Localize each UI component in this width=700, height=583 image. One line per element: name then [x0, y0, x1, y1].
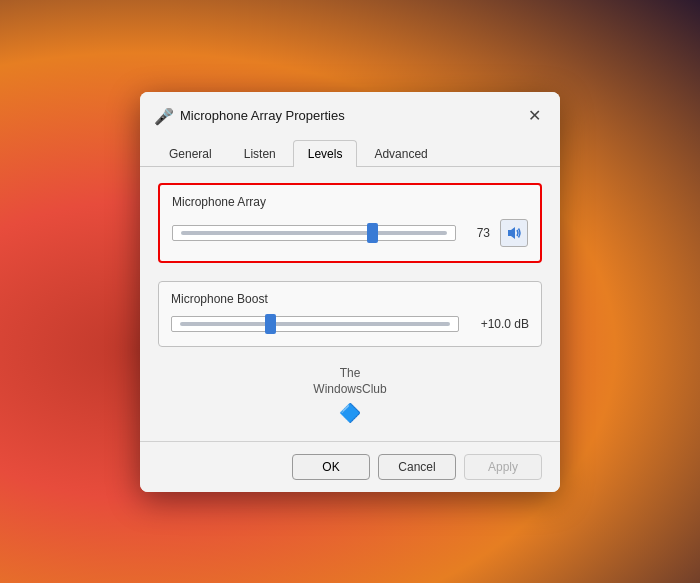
mic-array-value: 73: [466, 226, 490, 240]
tab-general[interactable]: General: [154, 140, 227, 167]
tabs-bar: General Listen Levels Advanced: [140, 136, 560, 167]
mic-array-label: Microphone Array: [172, 195, 528, 209]
mic-boost-slider-wrap: [171, 316, 459, 332]
mic-array-slider-wrap: [172, 225, 456, 241]
ok-button[interactable]: OK: [292, 454, 370, 480]
apply-button[interactable]: Apply: [464, 454, 542, 480]
mic-array-slider[interactable]: [181, 231, 447, 235]
tab-content: Microphone Array 73 Microphone Boost: [140, 167, 560, 441]
tab-levels[interactable]: Levels: [293, 140, 358, 167]
cancel-button[interactable]: Cancel: [378, 454, 456, 480]
button-bar: OK Cancel Apply: [140, 441, 560, 492]
mic-title-icon: 🎤: [154, 107, 172, 125]
mic-boost-label: Microphone Boost: [171, 292, 529, 306]
speaker-icon: [506, 225, 522, 241]
dialog-title: Microphone Array Properties: [180, 108, 345, 123]
tab-advanced[interactable]: Advanced: [359, 140, 442, 167]
title-bar-left: 🎤 Microphone Array Properties: [154, 107, 345, 125]
mic-boost-slider[interactable]: [180, 322, 450, 326]
tab-listen[interactable]: Listen: [229, 140, 291, 167]
dialog: 🎤 Microphone Array Properties ✕ General …: [140, 92, 560, 492]
watermark: TheWindowsClub 🔷: [158, 365, 542, 425]
mic-boost-section: Microphone Boost +10.0 dB: [158, 281, 542, 347]
title-bar: 🎤 Microphone Array Properties ✕: [140, 92, 560, 136]
mic-array-section: Microphone Array 73: [158, 183, 542, 263]
mute-button[interactable]: [500, 219, 528, 247]
svg-marker-0: [508, 227, 515, 239]
mic-array-slider-row: 73: [172, 219, 528, 247]
watermark-text: TheWindowsClub: [313, 365, 386, 399]
mic-boost-slider-row: +10.0 dB: [171, 316, 529, 332]
mic-boost-value: +10.0 dB: [469, 317, 529, 331]
close-button[interactable]: ✕: [520, 102, 548, 130]
watermark-icon: 🔷: [339, 402, 361, 424]
